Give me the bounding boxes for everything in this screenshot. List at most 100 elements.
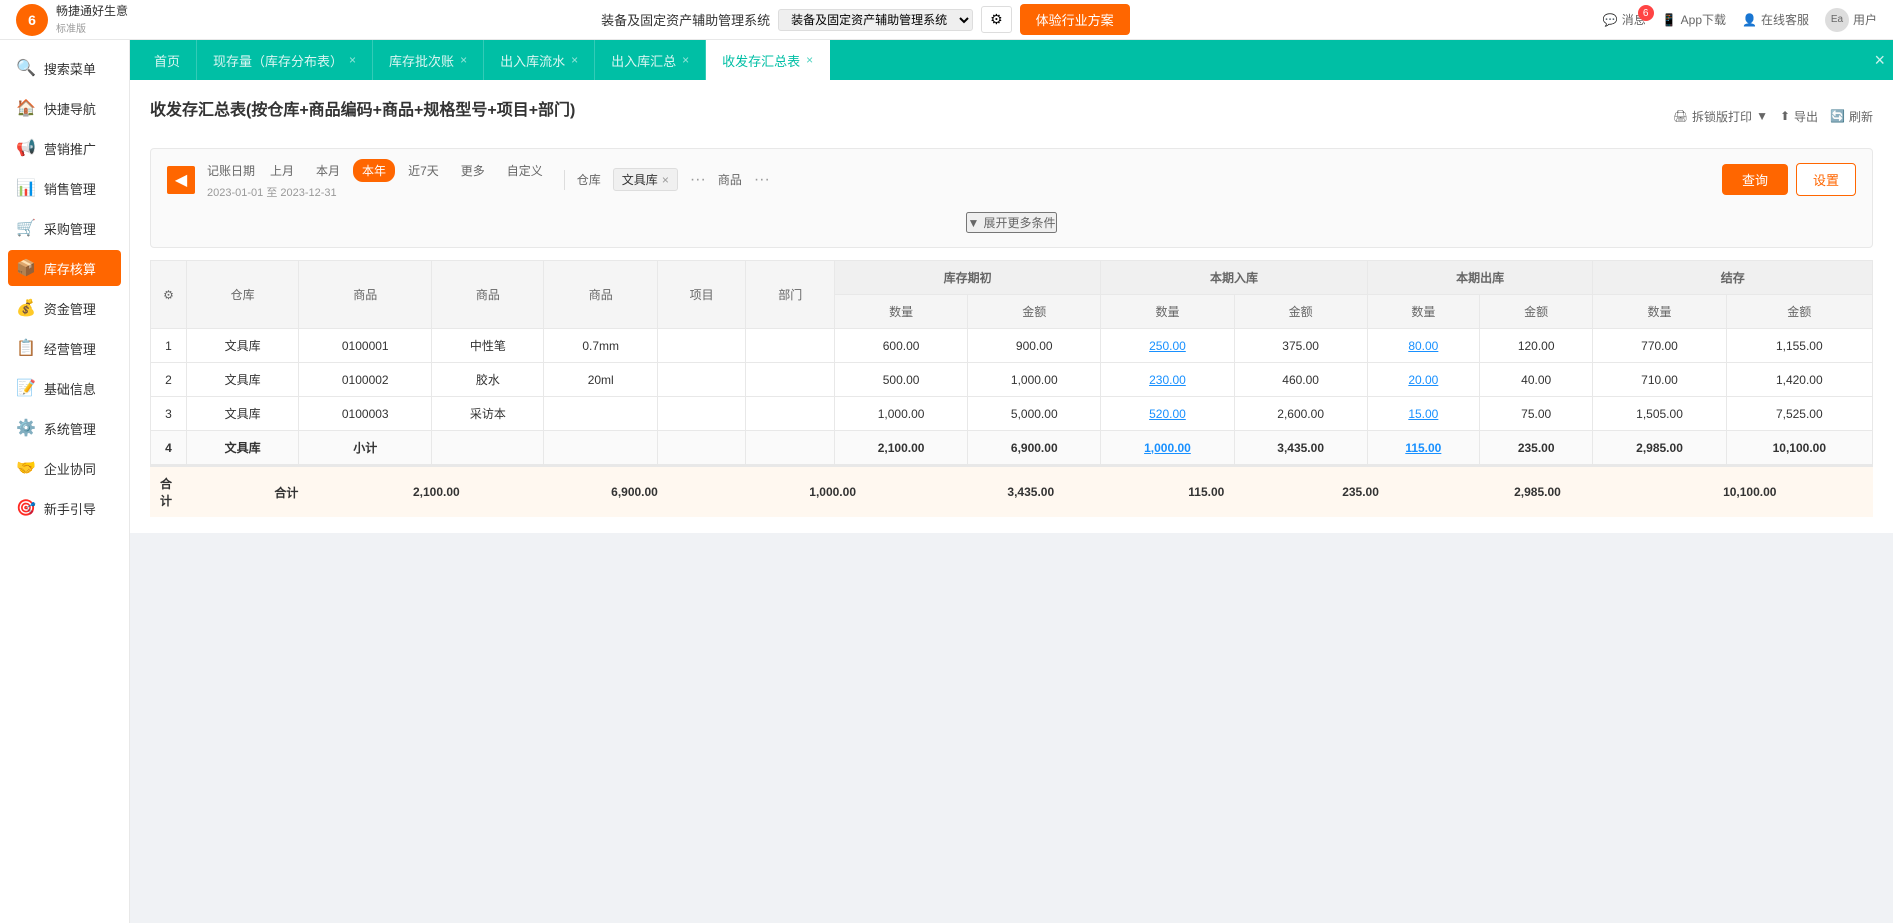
sidebar-item-inventory[interactable]: 📦 库存核算	[8, 250, 121, 286]
row2-in-amt: 460.00	[1234, 363, 1367, 397]
goods-more-dots[interactable]: ···	[754, 171, 770, 189]
subhdr-open-qty: 数量	[834, 295, 967, 329]
date-btn-last-month[interactable]: 上月	[261, 159, 303, 182]
col-period-out-header: 本期出库	[1367, 261, 1593, 295]
tab-close-inout-summary[interactable]: ×	[682, 53, 689, 67]
subhdr-open-amt: 金额	[968, 295, 1101, 329]
warehouse-tag[interactable]: 文具库 ×	[613, 168, 678, 191]
messages-badge: 6	[1638, 5, 1654, 21]
subtotal-out-qty[interactable]: 115.00	[1367, 431, 1479, 465]
top-right-actions: 🖨 拆锁版打印 ▼ ⬆ 导出 🔄 刷新	[1673, 108, 1873, 125]
date-btn-this-year[interactable]: 本年	[353, 159, 395, 182]
gear-button[interactable]: ⚙	[981, 6, 1012, 33]
data-table: ⚙ 仓库 商品 商品 商品	[150, 260, 1873, 465]
row3-in-qty[interactable]: 520.00	[1101, 397, 1234, 431]
row3-out-qty[interactable]: 15.00	[1367, 397, 1479, 431]
refresh-icon: 🔄	[1830, 109, 1845, 123]
tab-bar: 首页 现存量（库存分布表） × 库存批次账 × 出入库流水 × 出入库汇总 × …	[130, 40, 1893, 80]
row2-out-qty[interactable]: 20.00	[1367, 363, 1479, 397]
basic-info-icon: 📝	[16, 378, 36, 398]
row3-department	[746, 397, 835, 431]
tab-home[interactable]: 首页	[138, 40, 197, 80]
logo-icon: 6	[16, 4, 48, 36]
subtotal-empty3	[657, 431, 746, 465]
top-header: 6 畅捷通好生意 标准版 装备及固定资产辅助管理系统 装备及固定资产辅助管理系统…	[0, 0, 1893, 40]
subtotal-close-amt: 10,100.00	[1726, 431, 1872, 465]
sidebar-item-enterprise[interactable]: 🤝 企业协同	[0, 448, 129, 488]
tab-close-inout-flow[interactable]: ×	[571, 53, 578, 67]
date-options: 上月 本月 本年 近7天 更多 自定义	[261, 159, 552, 182]
sidebar-item-search[interactable]: 🔍 搜索菜单	[0, 48, 129, 88]
expand-more-button[interactable]: ▼ 展开更多条件	[966, 212, 1058, 233]
row2-open-qty: 500.00	[834, 363, 967, 397]
total-empty-settings	[199, 484, 235, 501]
sidebar-item-sales[interactable]: 📊 销售管理	[0, 168, 129, 208]
sidebar-item-finance[interactable]: 💰 资金管理	[0, 288, 129, 328]
subtotal-in-qty[interactable]: 1,000.00	[1101, 431, 1234, 465]
total-out-qty: 115.00	[1130, 484, 1283, 501]
export-icon: ⬆	[1780, 109, 1790, 123]
row2-seq: 2	[151, 363, 187, 397]
sidebar-item-quick-nav[interactable]: 🏠 快捷导航	[0, 88, 129, 128]
row1-out-qty[interactable]: 80.00	[1367, 329, 1479, 363]
row1-warehouse: 文具库	[187, 329, 299, 363]
date-btn-more[interactable]: 更多	[452, 159, 494, 182]
total-in-qty: 1,000.00	[734, 484, 932, 501]
chevron-down-icon: ▼	[1756, 109, 1768, 123]
chevron-down-icon-expand: ▼	[968, 216, 980, 230]
warehouse-more-dots[interactable]: ···	[690, 171, 706, 189]
tab-close-inventory-dist[interactable]: ×	[349, 53, 356, 67]
search-icon: 🔍	[16, 58, 36, 78]
query-button[interactable]: 查询	[1722, 164, 1788, 195]
col-closing-header: 结存	[1593, 261, 1873, 295]
sidebar-item-marketing[interactable]: 📢 营销推广	[0, 128, 129, 168]
tab-receive-summary[interactable]: 收发存汇总表 ×	[706, 40, 830, 80]
col-goods-code-header: 商品	[299, 261, 432, 329]
row1-in-amt: 375.00	[1234, 329, 1367, 363]
settings-button[interactable]: 设置	[1796, 163, 1856, 196]
row1-open-qty: 600.00	[834, 329, 967, 363]
tab-inout-summary[interactable]: 出入库汇总 ×	[595, 40, 706, 80]
sidebar-item-basic-info[interactable]: 📝 基础信息	[0, 368, 129, 408]
sidebar-item-system[interactable]: ⚙️ 系统管理	[0, 408, 129, 448]
export-button[interactable]: ⬆ 导出	[1780, 108, 1818, 125]
subtotal-close-qty: 2,985.00	[1593, 431, 1726, 465]
row1-seq: 1	[151, 329, 187, 363]
total-out-amt: 235.00	[1283, 484, 1439, 501]
row2-in-qty[interactable]: 230.00	[1101, 363, 1234, 397]
col-settings[interactable]: ⚙	[151, 261, 187, 329]
date-btn-custom[interactable]: 自定义	[498, 159, 552, 182]
system-icon: ⚙️	[16, 418, 36, 438]
messages-item[interactable]: 💬 消息 6	[1603, 11, 1646, 28]
app-download-item[interactable]: 📱 App下载	[1662, 11, 1726, 28]
filter-expand-button[interactable]: ◀	[167, 166, 195, 194]
tab-close-receive-summary[interactable]: ×	[806, 53, 813, 67]
refresh-button[interactable]: 🔄 刷新	[1830, 108, 1873, 125]
tab-bar-close-button[interactable]: ×	[1874, 50, 1885, 71]
total-in-amt: 3,435.00	[932, 484, 1130, 501]
sidebar-item-purchase[interactable]: 🛒 采购管理	[0, 208, 129, 248]
date-btn-7days[interactable]: 近7天	[399, 159, 448, 182]
tab-batch-account[interactable]: 库存批次账 ×	[373, 40, 484, 80]
date-btn-this-month[interactable]: 本月	[307, 159, 349, 182]
print-button[interactable]: 🖨 拆锁版打印 ▼	[1673, 108, 1768, 125]
row1-in-qty[interactable]: 250.00	[1101, 329, 1234, 363]
total-close-qty: 2,985.00	[1438, 484, 1636, 501]
system-selector[interactable]: 装备及固定资产辅助管理系统	[778, 9, 973, 31]
online-service-item[interactable]: 👤 在线客服	[1742, 11, 1809, 28]
row2-out-amt: 40.00	[1479, 363, 1592, 397]
table-row: 1 文具库 0100001 中性笔 0.7mm 600.00 900.00 25…	[151, 329, 1873, 363]
sidebar-item-newbie[interactable]: 🎯 新手引导	[0, 488, 129, 528]
page-title: 收发存汇总表(按仓库+商品编码+商品+规格型号+项目+部门)	[150, 96, 575, 120]
sidebar-item-operations[interactable]: 📋 经营管理	[0, 328, 129, 368]
tab-inventory-dist[interactable]: 现存量（库存分布表） ×	[197, 40, 373, 80]
row2-project	[657, 363, 746, 397]
trial-button[interactable]: 体验行业方案	[1020, 4, 1130, 35]
user-item[interactable]: Ea 用户	[1825, 8, 1877, 32]
warehouse-tag-close[interactable]: ×	[662, 173, 669, 187]
tab-close-batch-account[interactable]: ×	[460, 53, 467, 67]
main-layout: 🔍 搜索菜单 🏠 快捷导航 📢 营销推广 📊 销售管理 🛒 采购管理 📦 库存核…	[0, 40, 1893, 923]
warehouse-filter-label: 仓库	[577, 171, 601, 188]
main-content: 首页 现存量（库存分布表） × 库存批次账 × 出入库流水 × 出入库汇总 × …	[130, 40, 1893, 923]
tab-inout-flow[interactable]: 出入库流水 ×	[484, 40, 595, 80]
